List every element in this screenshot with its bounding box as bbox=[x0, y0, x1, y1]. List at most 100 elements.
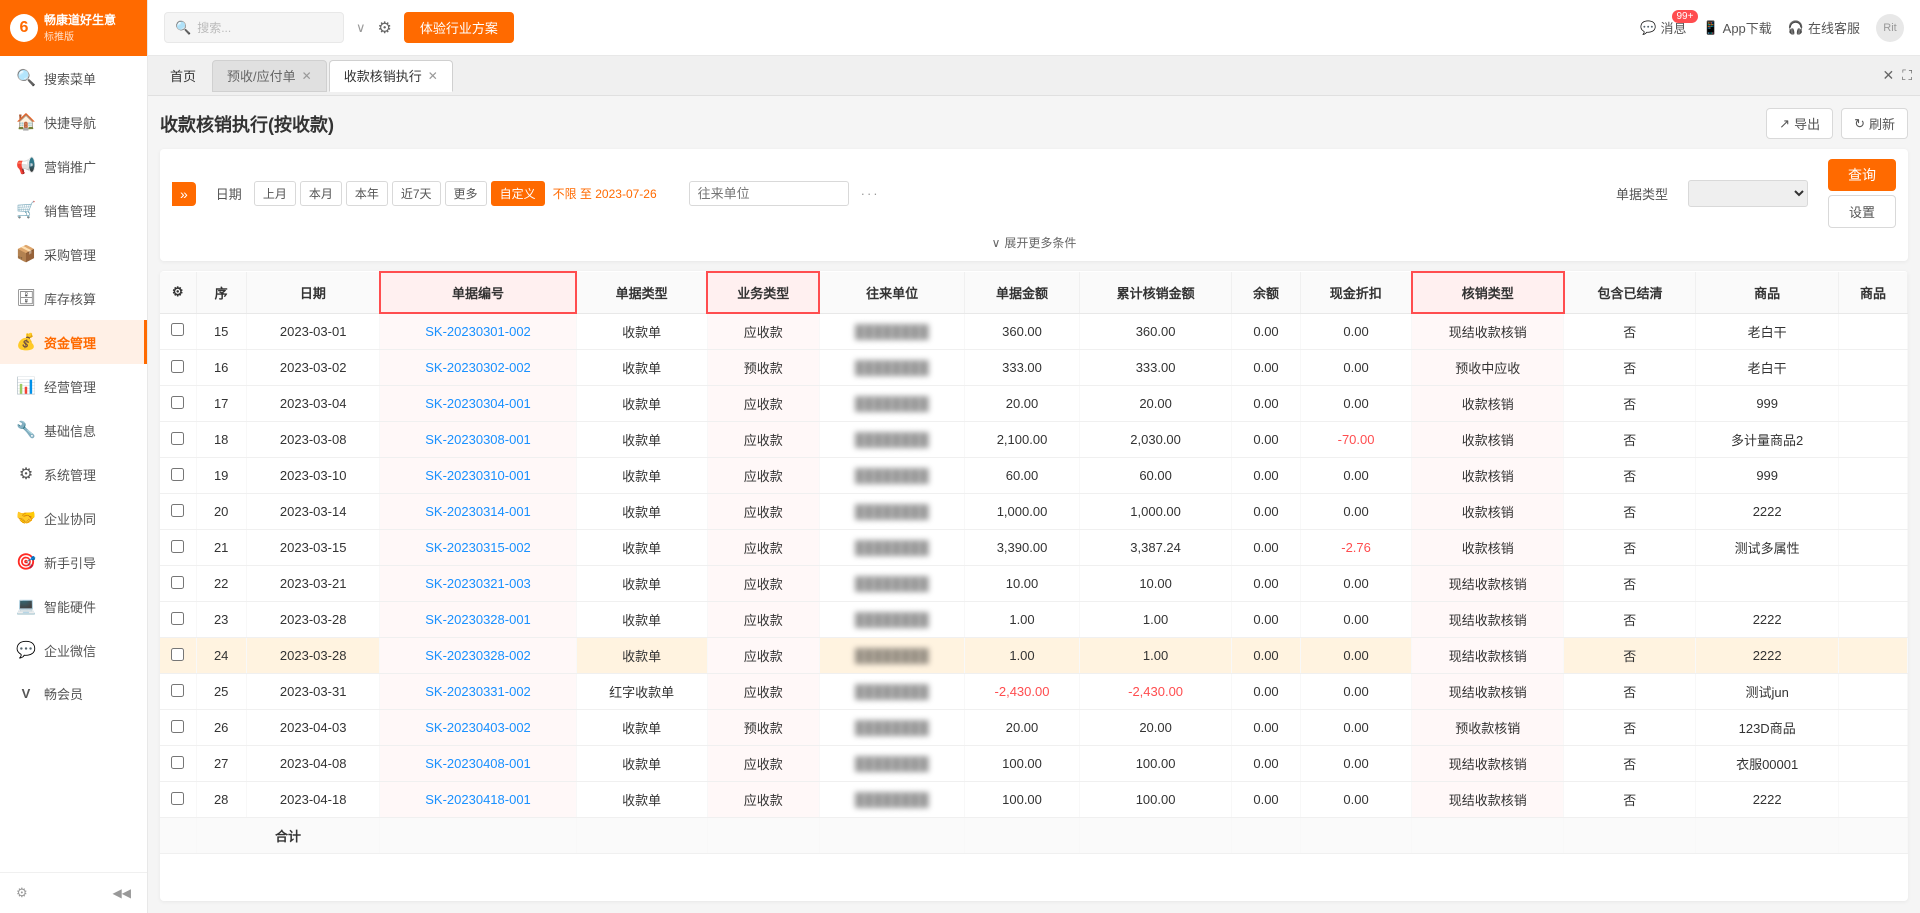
tab-writeoff[interactable]: 收款核销执行 ✕ bbox=[329, 60, 453, 92]
cell-checkbox[interactable] bbox=[160, 710, 196, 746]
cell-checkbox[interactable] bbox=[160, 530, 196, 566]
export-button[interactable]: ↗ 导出 bbox=[1766, 108, 1833, 139]
cell-partner: ████████ bbox=[819, 746, 964, 782]
filter-settings-button[interactable]: 设置 bbox=[1828, 195, 1896, 228]
sidebar-item-wechat[interactable]: 💬企业微信 bbox=[0, 628, 147, 672]
cell-checkbox[interactable] bbox=[160, 458, 196, 494]
cell-checkbox[interactable] bbox=[160, 422, 196, 458]
tab-home[interactable]: 首页 bbox=[156, 60, 210, 92]
doc-no-link[interactable]: SK-20230328-001 bbox=[425, 612, 531, 627]
sidebar-item-sales[interactable]: 🛒销售管理 bbox=[0, 188, 147, 232]
topbar-chevron-icon[interactable]: ∨ bbox=[356, 20, 366, 36]
table-row[interactable]: 28 2023-04-18 SK-20230418-001 收款单 应收款 ██… bbox=[160, 782, 1908, 818]
collapse-icon[interactable]: ◀◀ bbox=[113, 886, 131, 900]
last-month-button[interactable]: 上月 bbox=[254, 181, 296, 206]
doc-type-select[interactable] bbox=[1688, 180, 1808, 207]
cell-checkbox[interactable] bbox=[160, 602, 196, 638]
cell-writeoff-type: 收款核销 bbox=[1412, 458, 1564, 494]
sidebar-item-finance[interactable]: 💰资金管理 bbox=[0, 320, 147, 364]
cell-writeoff-type: 收款核销 bbox=[1412, 422, 1564, 458]
table-row[interactable]: 23 2023-03-28 SK-20230328-001 收款单 应收款 ██… bbox=[160, 602, 1908, 638]
cell-checkbox[interactable] bbox=[160, 313, 196, 350]
this-year-button[interactable]: 本年 bbox=[346, 181, 388, 206]
partner-input[interactable] bbox=[689, 181, 849, 206]
filter-expand-button[interactable]: » bbox=[172, 182, 196, 206]
query-button[interactable]: 查询 bbox=[1828, 159, 1896, 191]
cell-checkbox[interactable] bbox=[160, 782, 196, 818]
this-month-button[interactable]: 本月 bbox=[300, 181, 342, 206]
doc-no-link[interactable]: SK-20230328-002 bbox=[425, 648, 531, 663]
cell-doc-type: 收款单 bbox=[576, 422, 707, 458]
tab-prepay-close[interactable]: ✕ bbox=[302, 69, 312, 83]
message-area[interactable]: 💬 消息 99+ bbox=[1640, 18, 1686, 37]
topbar-search[interactable]: 🔍 搜索... bbox=[164, 12, 344, 43]
table-row[interactable]: 24 2023-03-28 SK-20230328-002 收款单 应收款 ██… bbox=[160, 638, 1908, 674]
table-row[interactable]: 21 2023-03-15 SK-20230315-002 收款单 应收款 ██… bbox=[160, 530, 1908, 566]
sidebar-item-hardware[interactable]: 💻智能硬件 bbox=[0, 584, 147, 628]
doc-no-link[interactable]: SK-20230308-001 bbox=[425, 432, 531, 447]
sidebar-item-inventory[interactable]: 🗄库存核算 bbox=[0, 276, 147, 320]
expand-more-button[interactable]: ∨ 展开更多条件 bbox=[992, 234, 1077, 251]
cell-doc-no: SK-20230308-001 bbox=[380, 422, 576, 458]
sidebar-item-operation[interactable]: 📊经营管理 bbox=[0, 364, 147, 408]
doc-no-link[interactable]: SK-20230314-001 bbox=[425, 504, 531, 519]
tab-writeoff-close[interactable]: ✕ bbox=[428, 69, 438, 83]
cell-balance: 0.00 bbox=[1232, 386, 1301, 422]
doc-no-link[interactable]: SK-20230321-003 bbox=[425, 576, 531, 591]
sidebar-item-quick-nav[interactable]: 🏠快捷导航 bbox=[0, 100, 147, 144]
cell-checkbox[interactable] bbox=[160, 350, 196, 386]
doc-no-link[interactable]: SK-20230331-002 bbox=[425, 684, 531, 699]
close-all-button[interactable]: ✕ bbox=[1882, 67, 1894, 84]
app-download-area[interactable]: 📱 App下载 bbox=[1702, 18, 1771, 37]
doc-no-link[interactable]: SK-20230310-001 bbox=[425, 468, 531, 483]
tab-prepay[interactable]: 预收/应付单 ✕ bbox=[212, 60, 327, 92]
table-row[interactable]: 19 2023-03-10 SK-20230310-001 收款单 应收款 ██… bbox=[160, 458, 1908, 494]
table-row[interactable]: 20 2023-03-14 SK-20230314-001 收款单 应收款 ██… bbox=[160, 494, 1908, 530]
sidebar-item-marketing[interactable]: 📢营销推广 bbox=[0, 144, 147, 188]
custom-date-button[interactable]: 自定义 bbox=[491, 181, 545, 206]
settings-icon[interactable]: ⚙ bbox=[16, 885, 28, 901]
sidebar-item-guide[interactable]: 🎯新手引导 bbox=[0, 540, 147, 584]
sidebar-item-purchase[interactable]: 📦采购管理 bbox=[0, 232, 147, 276]
more-date-button[interactable]: 更多 bbox=[445, 181, 487, 206]
sidebar-item-basic[interactable]: 🔧基础信息 bbox=[0, 408, 147, 452]
cell-checkbox[interactable] bbox=[160, 638, 196, 674]
doc-no-link[interactable]: SK-20230418-001 bbox=[425, 792, 531, 807]
sidebar-item-search[interactable]: 🔍搜索菜单 bbox=[0, 56, 147, 100]
cell-biz-type: 预收款 bbox=[707, 350, 819, 386]
doc-no-link[interactable]: SK-20230408-001 bbox=[425, 756, 531, 771]
sidebar-item-corp[interactable]: 🤝企业协同 bbox=[0, 496, 147, 540]
col-settings[interactable]: ⚙ bbox=[160, 272, 196, 313]
sidebar-item-system[interactable]: ⚙系统管理 bbox=[0, 452, 147, 496]
doc-no-link[interactable]: SK-20230302-002 bbox=[425, 360, 531, 375]
doc-no-link[interactable]: SK-20230301-002 bbox=[425, 324, 531, 339]
cell-checkbox[interactable] bbox=[160, 566, 196, 602]
cell-checkbox[interactable] bbox=[160, 746, 196, 782]
cell-no: 15 bbox=[196, 313, 246, 350]
online-service-area[interactable]: 🎧 在线客服 bbox=[1788, 18, 1860, 37]
cell-checkbox[interactable] bbox=[160, 386, 196, 422]
sidebar-item-member[interactable]: V畅会员 bbox=[0, 672, 147, 715]
sidebar-item-label: 基础信息 bbox=[44, 421, 96, 440]
table-row[interactable]: 17 2023-03-04 SK-20230304-001 收款单 应收款 ██… bbox=[160, 386, 1908, 422]
table-row[interactable]: 26 2023-04-03 SK-20230403-002 收款单 预收款 ██… bbox=[160, 710, 1908, 746]
table-row[interactable]: 16 2023-03-02 SK-20230302-002 收款单 预收款 ██… bbox=[160, 350, 1908, 386]
table-row[interactable]: 18 2023-03-08 SK-20230308-001 收款单 应收款 ██… bbox=[160, 422, 1908, 458]
doc-no-link[interactable]: SK-20230315-002 bbox=[425, 540, 531, 555]
user-avatar[interactable]: Rit bbox=[1876, 14, 1904, 42]
table-row[interactable]: 22 2023-03-21 SK-20230321-003 收款单 应收款 ██… bbox=[160, 566, 1908, 602]
doc-no-link[interactable]: SK-20230403-002 bbox=[425, 720, 531, 735]
refresh-button[interactable]: ↻ 刷新 bbox=[1841, 108, 1908, 139]
solution-button[interactable]: 体验行业方案 bbox=[404, 12, 514, 43]
cell-doc-type: 收款单 bbox=[576, 710, 707, 746]
topbar-gear-icon[interactable]: ⚙ bbox=[378, 18, 392, 38]
cell-checkbox[interactable] bbox=[160, 494, 196, 530]
doc-no-link[interactable]: SK-20230304-001 bbox=[425, 396, 531, 411]
cell-checkbox[interactable] bbox=[160, 674, 196, 710]
last-7days-button[interactable]: 近7天 bbox=[392, 181, 441, 206]
sidebar-item-label: 智能硬件 bbox=[44, 597, 96, 616]
expand-button[interactable]: ⛶ bbox=[1902, 67, 1912, 84]
table-row[interactable]: 25 2023-03-31 SK-20230331-002 红字收款单 应收款 … bbox=[160, 674, 1908, 710]
table-row[interactable]: 15 2023-03-01 SK-20230301-002 收款单 应收款 ██… bbox=[160, 313, 1908, 350]
table-row[interactable]: 27 2023-04-08 SK-20230408-001 收款单 应收款 ██… bbox=[160, 746, 1908, 782]
